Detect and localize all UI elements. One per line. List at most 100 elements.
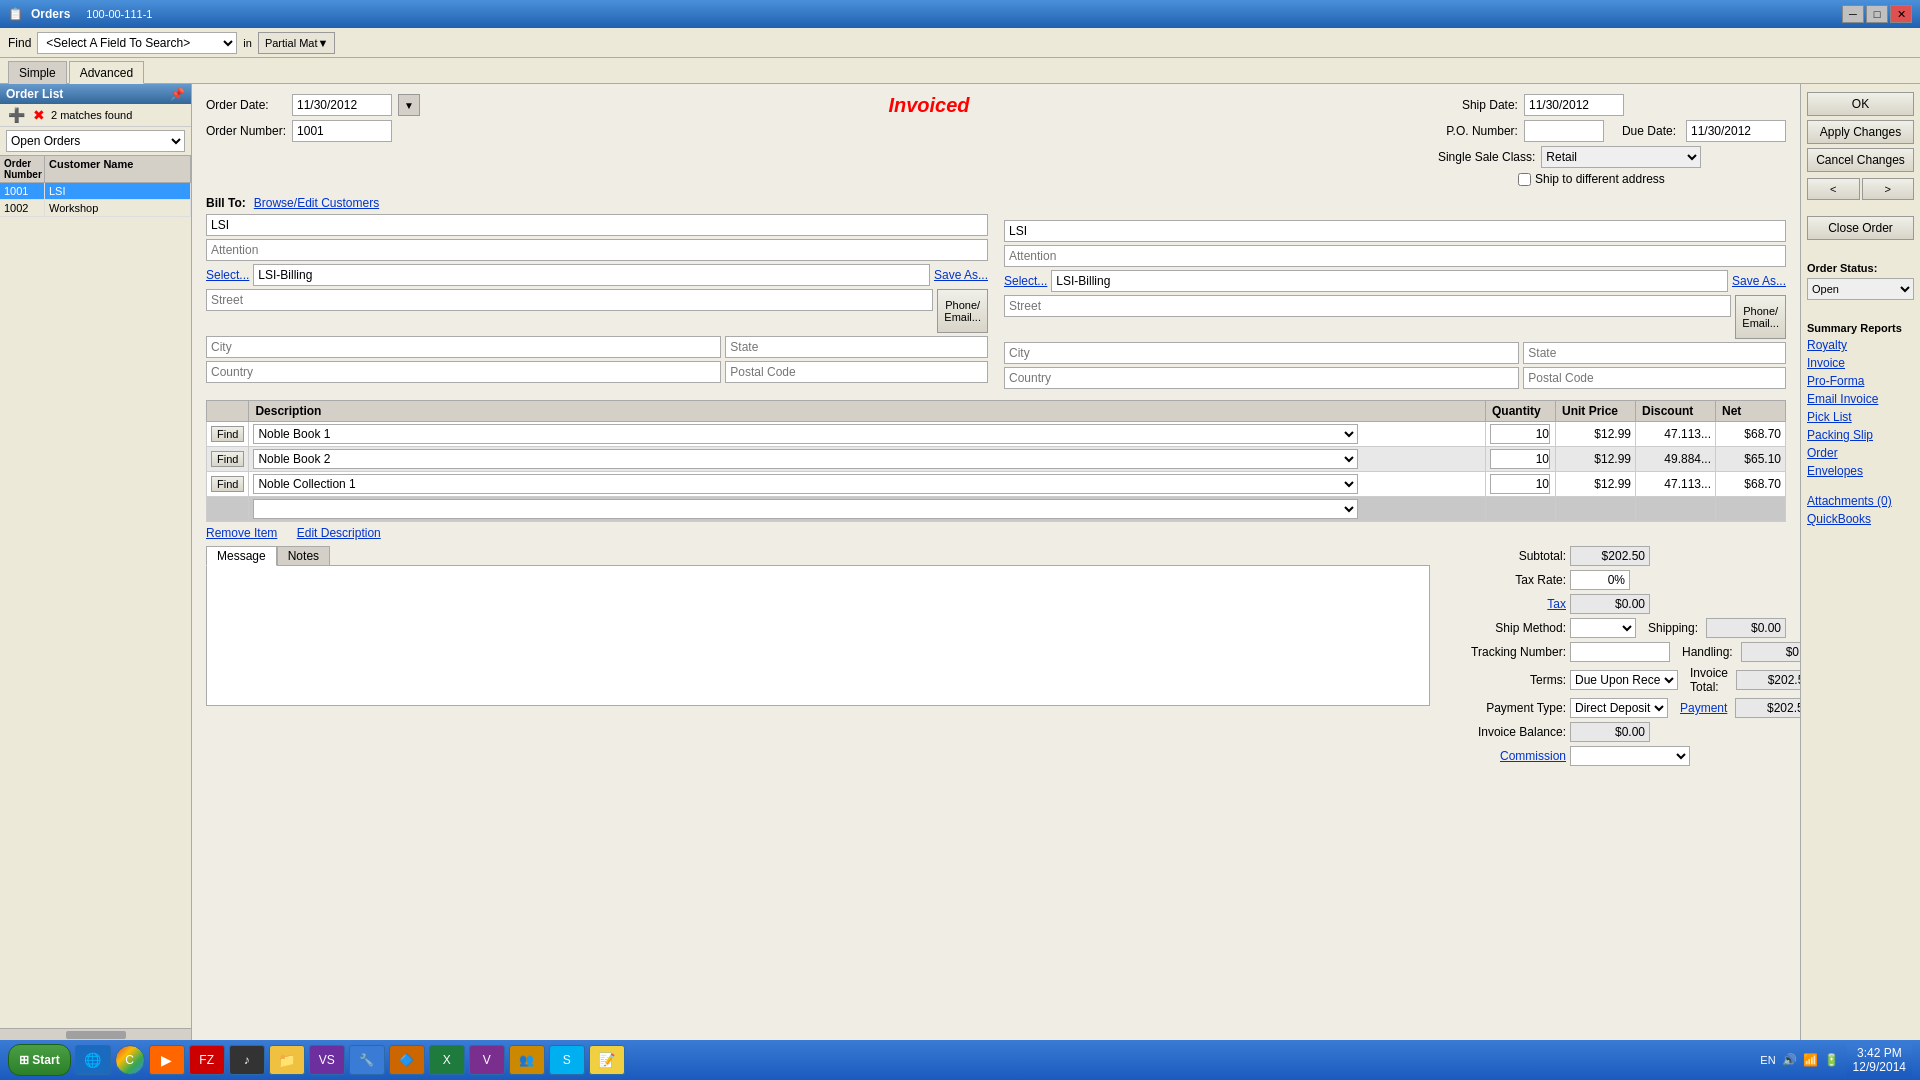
clock[interactable]: 3:42 PM 12/9/2014 — [1847, 1044, 1912, 1076]
packing-slip-link[interactable]: Packing Slip — [1807, 428, 1914, 442]
bill-phone-email-button[interactable]: Phone/ Email... — [937, 289, 988, 333]
ship-state-input[interactable] — [1523, 342, 1786, 364]
taskbar-app-app1[interactable]: 🔧 — [349, 1045, 385, 1075]
ship-save-as-link[interactable]: Save As... — [1732, 274, 1786, 288]
tax-link[interactable]: Tax — [1547, 597, 1566, 611]
po-number-input[interactable] — [1524, 120, 1604, 142]
commission-select[interactable] — [1570, 746, 1690, 766]
tab-advanced[interactable]: Advanced — [69, 61, 144, 84]
bill-country-input[interactable] — [206, 361, 721, 383]
bill-addr-name-input[interactable] — [253, 264, 930, 286]
taskbar-app-skype[interactable]: S — [549, 1045, 585, 1075]
bill-postal-input[interactable] — [725, 361, 988, 383]
ok-button[interactable]: OK — [1807, 92, 1914, 116]
taskbar-app-users[interactable]: 👥 — [509, 1045, 545, 1075]
apply-changes-button[interactable]: Apply Changes — [1807, 120, 1914, 144]
ship-postal-input[interactable] — [1523, 367, 1786, 389]
close-button[interactable]: ✕ — [1890, 5, 1912, 23]
qty-input-3[interactable] — [1490, 474, 1550, 494]
payment-link[interactable]: Payment — [1680, 701, 1727, 715]
list-item[interactable]: 1002 Workshop — [0, 200, 191, 217]
order-number-input[interactable] — [292, 120, 392, 142]
match-type-button[interactable]: Partial Mat▼ — [258, 32, 335, 54]
payment-type-select[interactable]: Direct DepositCheckCredit CardCash — [1570, 698, 1668, 718]
cancel-changes-button[interactable]: Cancel Changes — [1807, 148, 1914, 172]
search-field-select[interactable]: <Select A Field To Search> — [37, 32, 237, 54]
volume-icon[interactable]: 🔊 — [1782, 1053, 1797, 1067]
taskbar-app-explorer[interactable]: 📁 — [269, 1045, 305, 1075]
order-status-select[interactable]: OpenClosedPending — [1807, 278, 1914, 300]
bill-city-input[interactable] — [206, 336, 721, 358]
commission-link[interactable]: Commission — [1500, 749, 1566, 763]
bill-street-input[interactable] — [206, 289, 933, 311]
taskbar-app-chrome[interactable]: C — [115, 1045, 145, 1075]
tab-simple[interactable]: Simple — [8, 61, 67, 84]
sidebar-scrollbar[interactable] — [0, 1028, 191, 1040]
sidebar-add-button[interactable]: ➕ — [6, 107, 27, 123]
desc-select-4[interactable] — [253, 499, 1358, 519]
tracking-input[interactable] — [1570, 642, 1670, 662]
ship-country-input[interactable] — [1004, 367, 1519, 389]
sidebar-remove-button[interactable]: ✖ — [31, 107, 47, 123]
tab-message[interactable]: Message — [206, 546, 277, 566]
find-button-3[interactable]: Find — [211, 476, 244, 492]
quickbooks-link[interactable]: QuickBooks — [1807, 512, 1914, 526]
bill-name-input[interactable] — [206, 214, 988, 236]
pro-forma-link[interactable]: Pro-Forma — [1807, 374, 1914, 388]
nav-prev-button[interactable]: < — [1807, 178, 1860, 200]
due-date-input[interactable] — [1686, 120, 1786, 142]
edit-description-link[interactable]: Edit Description — [297, 526, 381, 540]
browse-edit-customers-link[interactable]: Browse/Edit Customers — [254, 196, 379, 210]
royalty-link[interactable]: Royalty — [1807, 338, 1914, 352]
ship-select-link[interactable]: Select... — [1004, 274, 1047, 288]
list-item[interactable]: 1001 LSI — [0, 183, 191, 200]
bill-attention-input[interactable] — [206, 239, 988, 261]
desc-select-1[interactable]: Noble Book 1 — [253, 424, 1358, 444]
pick-list-link[interactable]: Pick List — [1807, 410, 1914, 424]
ship-addr-name-input[interactable] — [1051, 270, 1728, 292]
ship-different-checkbox[interactable] — [1518, 173, 1531, 186]
order-date-input[interactable] — [292, 94, 392, 116]
taskbar-app-app2[interactable]: 🔷 — [389, 1045, 425, 1075]
message-textarea[interactable] — [206, 566, 1430, 706]
find-button-2[interactable]: Find — [211, 451, 244, 467]
taskbar-app-audio[interactable]: ♪ — [229, 1045, 265, 1075]
taskbar-app-ie[interactable]: 🌐 — [75, 1045, 111, 1075]
email-invoice-link[interactable]: Email Invoice — [1807, 392, 1914, 406]
order-date-calendar-button[interactable]: ▼ — [398, 94, 420, 116]
single-sale-select[interactable]: Retail — [1541, 146, 1701, 168]
close-order-button[interactable]: Close Order — [1807, 216, 1914, 240]
ship-method-select[interactable]: UPSFedExUSPS — [1570, 618, 1636, 638]
find-button-1[interactable]: Find — [211, 426, 244, 442]
tab-notes[interactable]: Notes — [277, 546, 330, 565]
ship-date-input[interactable] — [1524, 94, 1624, 116]
maximize-button[interactable]: □ — [1866, 5, 1888, 23]
taskbar-app-sticky[interactable]: 📝 — [589, 1045, 625, 1075]
start-button[interactable]: ⊞ Start — [8, 1044, 71, 1076]
nav-next-button[interactable]: > — [1862, 178, 1915, 200]
terms-select[interactable]: Due Upon ReceNet 30Net 60 — [1570, 670, 1678, 690]
network-icon[interactable]: 📶 — [1803, 1053, 1818, 1067]
order-filter-select[interactable]: Open Orders — [6, 130, 185, 152]
ship-street-input[interactable] — [1004, 295, 1731, 317]
order-link[interactable]: Order — [1807, 446, 1914, 460]
envelopes-link[interactable]: Envelopes — [1807, 464, 1914, 478]
ship-name-input[interactable] — [1004, 220, 1786, 242]
desc-select-3[interactable]: Noble Collection 1 — [253, 474, 1358, 494]
qty-input-1[interactable] — [1490, 424, 1550, 444]
qty-input-2[interactable] — [1490, 449, 1550, 469]
taskbar-app-vs2[interactable]: V — [469, 1045, 505, 1075]
taskbar-app-excel[interactable]: X — [429, 1045, 465, 1075]
attachments-link[interactable]: Attachments (0) — [1807, 494, 1914, 508]
tax-rate-input[interactable] — [1570, 570, 1630, 590]
ship-phone-email-button[interactable]: Phone/Email... — [1735, 295, 1786, 339]
ship-city-input[interactable] — [1004, 342, 1519, 364]
bill-select-link[interactable]: Select... — [206, 268, 249, 282]
remove-item-link[interactable]: Remove Item — [206, 526, 277, 540]
taskbar-app-media[interactable]: ▶ — [149, 1045, 185, 1075]
bill-save-as-link[interactable]: Save As... — [934, 268, 988, 282]
ship-attention-input[interactable] — [1004, 245, 1786, 267]
desc-select-2[interactable]: Noble Book 2 — [253, 449, 1358, 469]
bill-state-input[interactable] — [725, 336, 988, 358]
invoice-link[interactable]: Invoice — [1807, 356, 1914, 370]
